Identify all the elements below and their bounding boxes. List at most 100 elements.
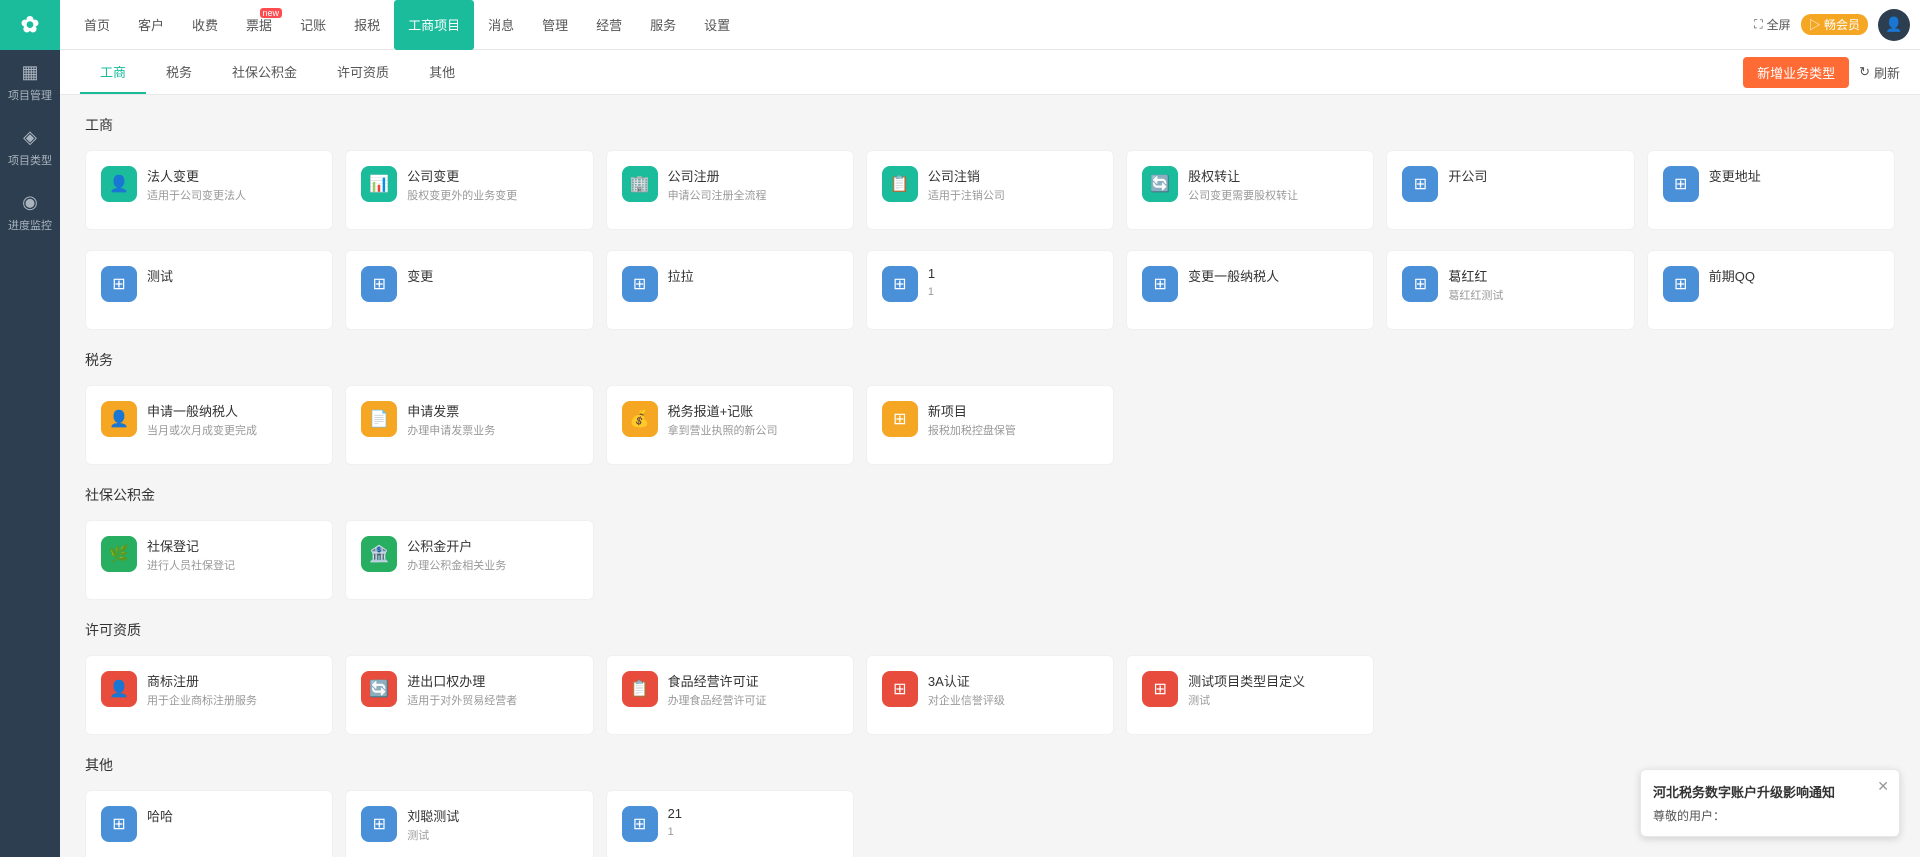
card-gs4-desc: 适用于注销公司 — [928, 189, 1005, 204]
card-gs12[interactable]: ⊞ 变更一般纳税人 — [1126, 250, 1374, 330]
fullscreen-icon: ⛶ — [1754, 17, 1762, 32]
vip-btn[interactable]: ▷ 畅会员 — [1801, 14, 1868, 35]
card-gs7[interactable]: ⊞ 变更地址 — [1647, 150, 1895, 230]
card-gs10-icon: ⊞ — [622, 266, 658, 302]
nav-home[interactable]: 首页 — [70, 0, 124, 50]
card-gs5[interactable]: 🔄 股权转让 公司变更需要股权转让 — [1126, 150, 1374, 230]
tab-other[interactable]: 其他 — [409, 50, 475, 94]
card-sb2-desc: 办理公积金相关业务 — [407, 559, 506, 574]
tab-xuke[interactable]: 许可资质 — [317, 50, 409, 94]
card-gs3[interactable]: 🏢 公司注册 申请公司注册全流程 — [606, 150, 854, 230]
tab-shuiwu[interactable]: 税务 — [146, 50, 212, 94]
card-xk1[interactable]: 👤 商标注册 用于企业商标注册服务 — [85, 655, 333, 735]
cards-grid-xuke: 👤 商标注册 用于企业商标注册服务 🔄 进出口权办理 适用于对外贸易经营者 📋 — [85, 655, 1895, 735]
nav-customer[interactable]: 客户 — [124, 0, 178, 50]
sidebar-item-project-type[interactable]: ◈ 项目类型 — [0, 115, 60, 180]
nav-message[interactable]: 消息 — [474, 0, 528, 50]
card-sb2[interactable]: 🏦 公积金开户 办理公积金相关业务 — [345, 520, 593, 600]
card-gs6[interactable]: ⊞ 开公司 — [1386, 150, 1634, 230]
card-sw4[interactable]: ⊞ 新项目 报税加税控盘保管 — [866, 385, 1114, 465]
project-type-icon: ◈ — [23, 127, 37, 148]
section-title-shebao: 社保公积金 — [85, 485, 1895, 505]
card-gs14[interactable]: ⊞ 前期QQ — [1647, 250, 1895, 330]
tab-shebao[interactable]: 社保公积金 — [212, 50, 317, 94]
sidebar-label-progress: 进度监控 — [8, 217, 52, 233]
sidebar-item-project-mgmt[interactable]: ▦ 项目管理 — [0, 50, 60, 115]
card-gs10-title: 拉拉 — [668, 266, 694, 285]
nav-operation[interactable]: 经营 — [582, 0, 636, 50]
card-gs8-title: 测试 — [147, 266, 173, 285]
cards-grid-shuiwu: 👤 申请一般纳税人 当月或次月成变更完成 📄 申请发票 办理申请发票业务 💰 — [85, 385, 1895, 465]
card-gs9[interactable]: ⊞ 变更 — [345, 250, 593, 330]
notification-close-button[interactable]: ✕ — [1877, 778, 1889, 795]
nav-service[interactable]: 服务 — [636, 0, 690, 50]
section-title-gongshang: 工商 — [85, 115, 1895, 135]
tabs-right: 新增业务类型 ↻ 刷新 — [1743, 57, 1900, 88]
card-ot1-title: 哈哈 — [147, 806, 173, 825]
fullscreen-btn[interactable]: ⛶ 全屏 — [1754, 16, 1790, 33]
card-sb1-icon: 🌿 — [101, 536, 137, 572]
card-ot1[interactable]: ⊞ 哈哈 — [85, 790, 333, 857]
card-gs8[interactable]: ⊞ 测试 — [85, 250, 333, 330]
tabs-bar: 工商 税务 社保公积金 许可资质 其他 新增业务类型 ↻ 刷新 — [60, 50, 1920, 95]
card-gs6-title: 开公司 — [1448, 166, 1487, 185]
main-area: 首页 客户 收费 票据 new 记账 报税 工商项目 消息 管理 经营 服务 设… — [60, 0, 1920, 857]
card-xk5-desc: 测试 — [1188, 694, 1305, 709]
notification-title: 河北税务数字账户升级影响通知 — [1653, 782, 1887, 801]
card-ot2-title: 刘聪测试 — [407, 806, 459, 825]
card-sw3[interactable]: 💰 税务报道+记账 拿到营业执照的新公司 — [606, 385, 854, 465]
card-gs1-icon: 👤 — [101, 166, 137, 202]
nav-settings[interactable]: 设置 — [690, 0, 744, 50]
card-sw3-desc: 拿到营业执照的新公司 — [668, 424, 778, 439]
tab-gongshang[interactable]: 工商 — [80, 50, 146, 94]
avatar[interactable]: 👤 — [1878, 9, 1910, 41]
card-gs14-title: 前期QQ — [1709, 266, 1755, 285]
nav-management[interactable]: 管理 — [528, 0, 582, 50]
card-ot1-icon: ⊞ — [101, 806, 137, 842]
card-sb1[interactable]: 🌿 社保登记 进行人员社保登记 — [85, 520, 333, 600]
progress-icon: ◉ — [22, 192, 38, 213]
card-gs4-icon: 📋 — [882, 166, 918, 202]
sidebar: ✿ ▦ 项目管理 ◈ 项目类型 ◉ 进度监控 — [0, 0, 60, 857]
card-xk3[interactable]: 📋 食品经营许可证 办理食品经营许可证 — [606, 655, 854, 735]
card-ot3[interactable]: ⊞ 21 1 — [606, 790, 854, 857]
card-gs3-desc: 申请公司注册全流程 — [668, 189, 767, 204]
avatar-icon: 👤 — [1885, 16, 1902, 33]
card-gs4[interactable]: 📋 公司注销 适用于注销公司 — [866, 150, 1114, 230]
cards-grid-shebao: 🌿 社保登记 进行人员社保登记 🏦 公积金开户 办理公积金相关业务 — [85, 520, 1895, 600]
refresh-icon: ↻ — [1859, 64, 1870, 80]
nav-accounts[interactable]: 记账 — [286, 0, 340, 50]
card-ot2[interactable]: ⊞ 刘聪测试 测试 — [345, 790, 593, 857]
card-gs4-title: 公司注销 — [928, 166, 1005, 185]
nav-tax[interactable]: 报税 — [340, 0, 394, 50]
refresh-button[interactable]: ↻ 刷新 — [1859, 63, 1900, 82]
card-sw1[interactable]: 👤 申请一般纳税人 当月或次月成变更完成 — [85, 385, 333, 465]
content-area: 工商 税务 社保公积金 许可资质 其他 新增业务类型 ↻ 刷新 工商 👤 — [60, 50, 1920, 857]
card-sw2[interactable]: 📄 申请发票 办理申请发票业务 — [345, 385, 593, 465]
card-gs11[interactable]: ⊞ 1 1 — [866, 250, 1114, 330]
vip-label: 畅会员 — [1824, 18, 1860, 32]
sidebar-item-progress[interactable]: ◉ 进度监控 — [0, 180, 60, 245]
nav-invoices[interactable]: 票据 new — [232, 0, 286, 50]
card-xk4-icon: ⊞ — [882, 671, 918, 707]
card-ot3-title: 21 — [668, 806, 682, 821]
new-badge: new — [260, 8, 283, 18]
card-gs2[interactable]: 📊 公司变更 股权变更外的业务变更 — [345, 150, 593, 230]
card-gs1[interactable]: 👤 法人变更 适用于公司变更法人 — [85, 150, 333, 230]
card-gs2-title: 公司变更 — [407, 166, 517, 185]
add-biz-type-button[interactable]: 新增业务类型 — [1743, 57, 1849, 88]
card-gs8-icon: ⊞ — [101, 266, 137, 302]
card-gs3-title: 公司注册 — [668, 166, 767, 185]
card-gs14-icon: ⊞ — [1663, 266, 1699, 302]
nav-billing[interactable]: 收费 — [178, 0, 232, 50]
topnav: 首页 客户 收费 票据 new 记账 报税 工商项目 消息 管理 经营 服务 设… — [60, 0, 1920, 50]
card-xk4[interactable]: ⊞ 3A认证 对企业信誉评级 — [866, 655, 1114, 735]
nav-industrial[interactable]: 工商项目 — [394, 0, 474, 50]
card-gs11-desc: 1 — [928, 285, 935, 300]
card-sw2-desc: 办理申请发票业务 — [407, 424, 495, 439]
refresh-label: 刷新 — [1874, 63, 1900, 82]
card-gs13[interactable]: ⊞ 葛红红 葛红红测试 — [1386, 250, 1634, 330]
card-xk5[interactable]: ⊞ 测试项目类型目定义 测试 — [1126, 655, 1374, 735]
card-gs10[interactable]: ⊞ 拉拉 — [606, 250, 854, 330]
card-xk2[interactable]: 🔄 进出口权办理 适用于对外贸易经营者 — [345, 655, 593, 735]
